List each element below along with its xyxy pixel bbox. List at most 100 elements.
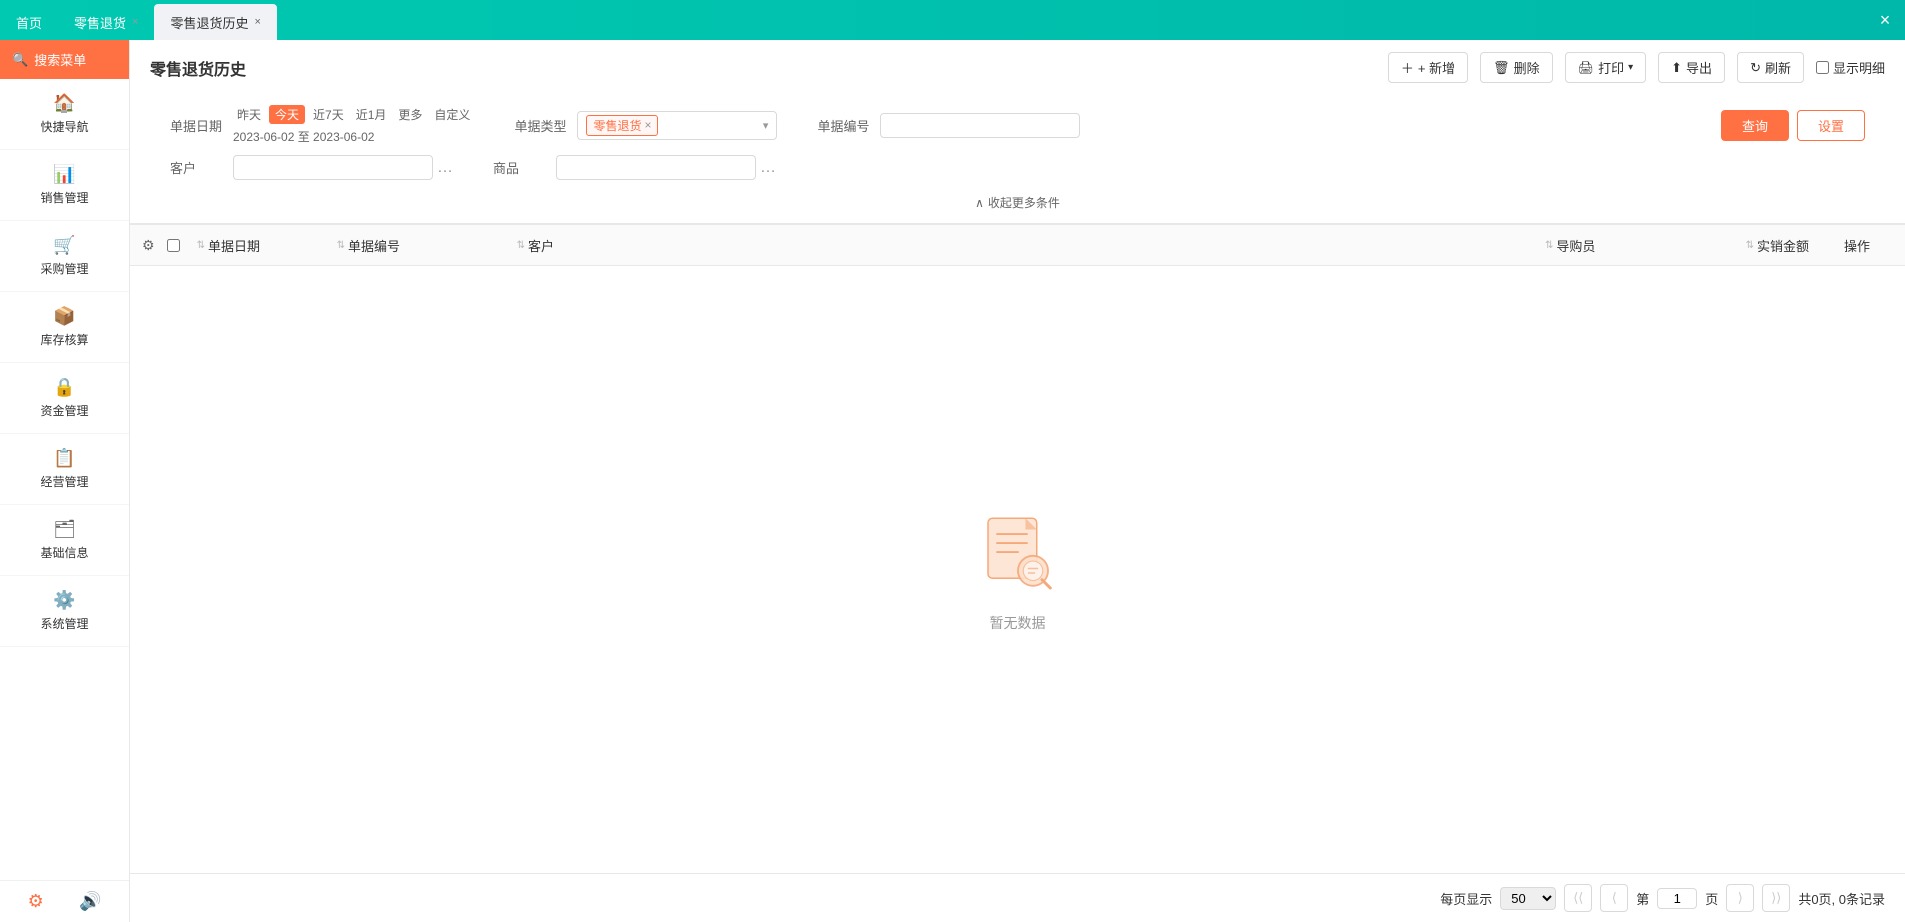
sidebar-item-purchase[interactable]: 🛒 采购管理 — [0, 221, 129, 292]
customer-dots-button[interactable]: … — [437, 159, 453, 177]
th-action: 操作 — [1817, 236, 1897, 255]
show-detail-text: 显示明细 — [1833, 58, 1885, 77]
select-all-checkbox[interactable] — [167, 239, 180, 252]
sidebar-item-basic-info[interactable]: 🗂 基础信息 — [0, 505, 129, 576]
th-number[interactable]: ⇅ 单据编号 — [329, 236, 509, 255]
select-all-checkbox-header[interactable] — [159, 239, 189, 252]
date-shortcuts: 昨天 今天 近7天 近1月 更多 自定义 — [233, 105, 474, 124]
tab-retail-return[interactable]: 零售退货 × — [58, 4, 154, 40]
customer-input[interactable] — [233, 155, 433, 180]
tab-bar: 首页 零售退货 × 零售退货历史 × — [0, 0, 1865, 40]
page-title-row: 零售退货历史 ＋ + 新增 🗑 删除 🖨 打印 ▾ — [150, 52, 1885, 83]
sidebar-item-inventory-label: 库存核算 — [40, 331, 88, 348]
audio-footer-icon[interactable]: 🔊 — [79, 891, 101, 912]
type-tag-remove[interactable]: × — [644, 118, 651, 132]
per-page-select[interactable]: 10 20 50 100 — [1500, 887, 1556, 910]
refresh-icon: ↻ — [1750, 60, 1761, 76]
delete-button[interactable]: 🗑 删除 — [1480, 52, 1553, 83]
collapse-button[interactable]: ∧ 收起更多条件 — [963, 190, 1072, 215]
shortcut-1month[interactable]: 近1月 — [352, 105, 391, 124]
th-date[interactable]: ⇅ 单据日期 — [189, 236, 329, 255]
th-guide[interactable]: ⇅ 导购员 — [1537, 236, 1697, 255]
th-date-label: 单据日期 — [208, 236, 260, 255]
sidebar-item-inventory[interactable]: 📦 库存核算 — [0, 292, 129, 363]
export-button[interactable]: ⬆ 导出 — [1658, 52, 1725, 83]
tab-retail-return-history[interactable]: 零售退货历史 × — [154, 4, 276, 40]
shortcut-7days[interactable]: 近7天 — [309, 105, 348, 124]
shortcut-yesterday[interactable]: 昨天 — [233, 105, 265, 124]
new-button[interactable]: ＋ + 新增 — [1388, 52, 1468, 83]
delete-label: 删除 — [1514, 58, 1540, 77]
tab-home-label: 首页 — [16, 13, 42, 32]
sidebar-item-system[interactable]: ⚙️ 系统管理 — [0, 576, 129, 647]
next-page-button[interactable]: ⟩ — [1726, 884, 1754, 912]
first-page-button[interactable]: ⟨⟨ — [1564, 884, 1592, 912]
page-title: 零售退货历史 — [150, 56, 246, 80]
export-label: 导出 — [1686, 58, 1712, 77]
print-button[interactable]: 🖨 打印 ▾ — [1565, 52, 1647, 83]
sidebar-item-finance[interactable]: 🔒 资金管理 — [0, 363, 129, 434]
refresh-label: 刷新 — [1765, 58, 1791, 77]
refresh-button[interactable]: ↻ 刷新 — [1737, 52, 1804, 83]
system-icon: ⚙️ — [53, 590, 75, 611]
column-settings-button[interactable]: ⚙ — [138, 237, 159, 254]
filter-voucher: 单据编号 — [817, 113, 1080, 138]
voucher-input[interactable] — [880, 113, 1080, 138]
date-range-display: 2023-06-02 至 2023-06-02 — [233, 128, 474, 145]
th-action-label: 操作 — [1844, 236, 1870, 255]
main-content: 零售退货历史 ＋ + 新增 🗑 删除 🖨 打印 ▾ — [130, 40, 1905, 922]
window-close-button[interactable]: × — [1865, 0, 1905, 40]
th-amount[interactable]: ⇅ 实销金额 — [1697, 236, 1817, 255]
table-header: ⚙ ⇅ 单据日期 ⇅ 单据编号 ⇅ 客户 ⇅ 导购员 — [130, 224, 1905, 266]
goods-input[interactable] — [556, 155, 756, 180]
sales-icon: 📊 — [53, 164, 75, 185]
tab-retail-return-history-close[interactable]: × — [254, 16, 260, 28]
sidebar-item-purchase-label: 采购管理 — [40, 260, 88, 277]
pagination: 每页显示 10 20 50 100 ⟨⟨ ⟨ 第 页 ⟩ ⟩⟩ 共0页, 0条记… — [130, 873, 1905, 922]
goods-dots-button[interactable]: … — [760, 159, 776, 177]
finance-icon: 🔒 — [53, 377, 75, 398]
prev-page-button[interactable]: ⟨ — [1600, 884, 1628, 912]
filter-date: 单据日期 昨天 今天 近7天 近1月 更多 自定义 2023 — [170, 105, 474, 145]
show-detail-checkbox[interactable] — [1816, 61, 1829, 74]
sidebar-item-basic-info-label: 基础信息 — [40, 544, 88, 561]
sidebar-item-quick-nav[interactable]: 🏠 快捷导航 — [0, 79, 129, 150]
new-icon: ＋ — [1401, 58, 1414, 77]
type-filter-label: 单据类型 — [514, 116, 569, 135]
sidebar: 🔍 搜索菜单 🏠 快捷导航 📊 销售管理 🛒 采购管理 📦 库存核算 🔒 资金管… — [0, 40, 130, 922]
type-select-arrow: ▾ — [763, 119, 769, 132]
date-range-text: 2023-06-02 至 2023-06-02 — [233, 128, 374, 145]
settings-footer-icon[interactable]: ⚙ — [28, 891, 44, 912]
th-number-sort-icon: ⇅ — [337, 240, 345, 251]
tab-retail-return-close[interactable]: × — [132, 16, 138, 28]
date-filter-label: 单据日期 — [170, 116, 225, 135]
shortcut-custom[interactable]: 自定义 — [430, 105, 474, 124]
sidebar-item-system-label: 系统管理 — [40, 615, 88, 632]
sidebar-item-operations[interactable]: 📋 经营管理 — [0, 434, 129, 505]
sidebar-item-sales[interactable]: 📊 销售管理 — [0, 150, 129, 221]
filter-row-2: 客户 … 商品 … — [170, 155, 1865, 180]
tab-home[interactable]: 首页 — [0, 4, 58, 40]
customer-filter-label: 客户 — [170, 158, 225, 177]
page-number-input[interactable] — [1657, 888, 1697, 909]
sidebar-search-label: 搜索菜单 — [34, 50, 86, 69]
query-button[interactable]: 查询 — [1721, 110, 1789, 141]
settings-label: 设置 — [1818, 116, 1844, 135]
filter-customer: 客户 … — [170, 155, 453, 180]
settings-button[interactable]: 设置 — [1797, 110, 1865, 141]
last-page-button[interactable]: ⟩⟩ — [1762, 884, 1790, 912]
th-customer[interactable]: ⇅ 客户 — [509, 236, 1537, 255]
filter-goods: 商品 … — [493, 155, 776, 180]
show-detail-label[interactable]: 显示明细 — [1816, 58, 1885, 77]
sidebar-search[interactable]: 🔍 搜索菜单 — [0, 40, 129, 79]
type-select[interactable]: 零售退货 × ▾ — [577, 111, 777, 140]
print-icon: 🖨 — [1578, 60, 1595, 76]
per-page-label: 每页显示 — [1440, 889, 1492, 908]
th-customer-label: 客户 — [528, 236, 554, 255]
shortcut-more[interactable]: 更多 — [394, 105, 426, 124]
sidebar-item-quick-nav-label: 快捷导航 — [40, 118, 88, 135]
shortcut-today[interactable]: 今天 — [269, 105, 305, 124]
top-bar: 首页 零售退货 × 零售退货历史 × × — [0, 0, 1905, 40]
th-date-sort-icon: ⇅ — [197, 240, 205, 251]
sidebar-item-finance-label: 资金管理 — [40, 402, 88, 419]
